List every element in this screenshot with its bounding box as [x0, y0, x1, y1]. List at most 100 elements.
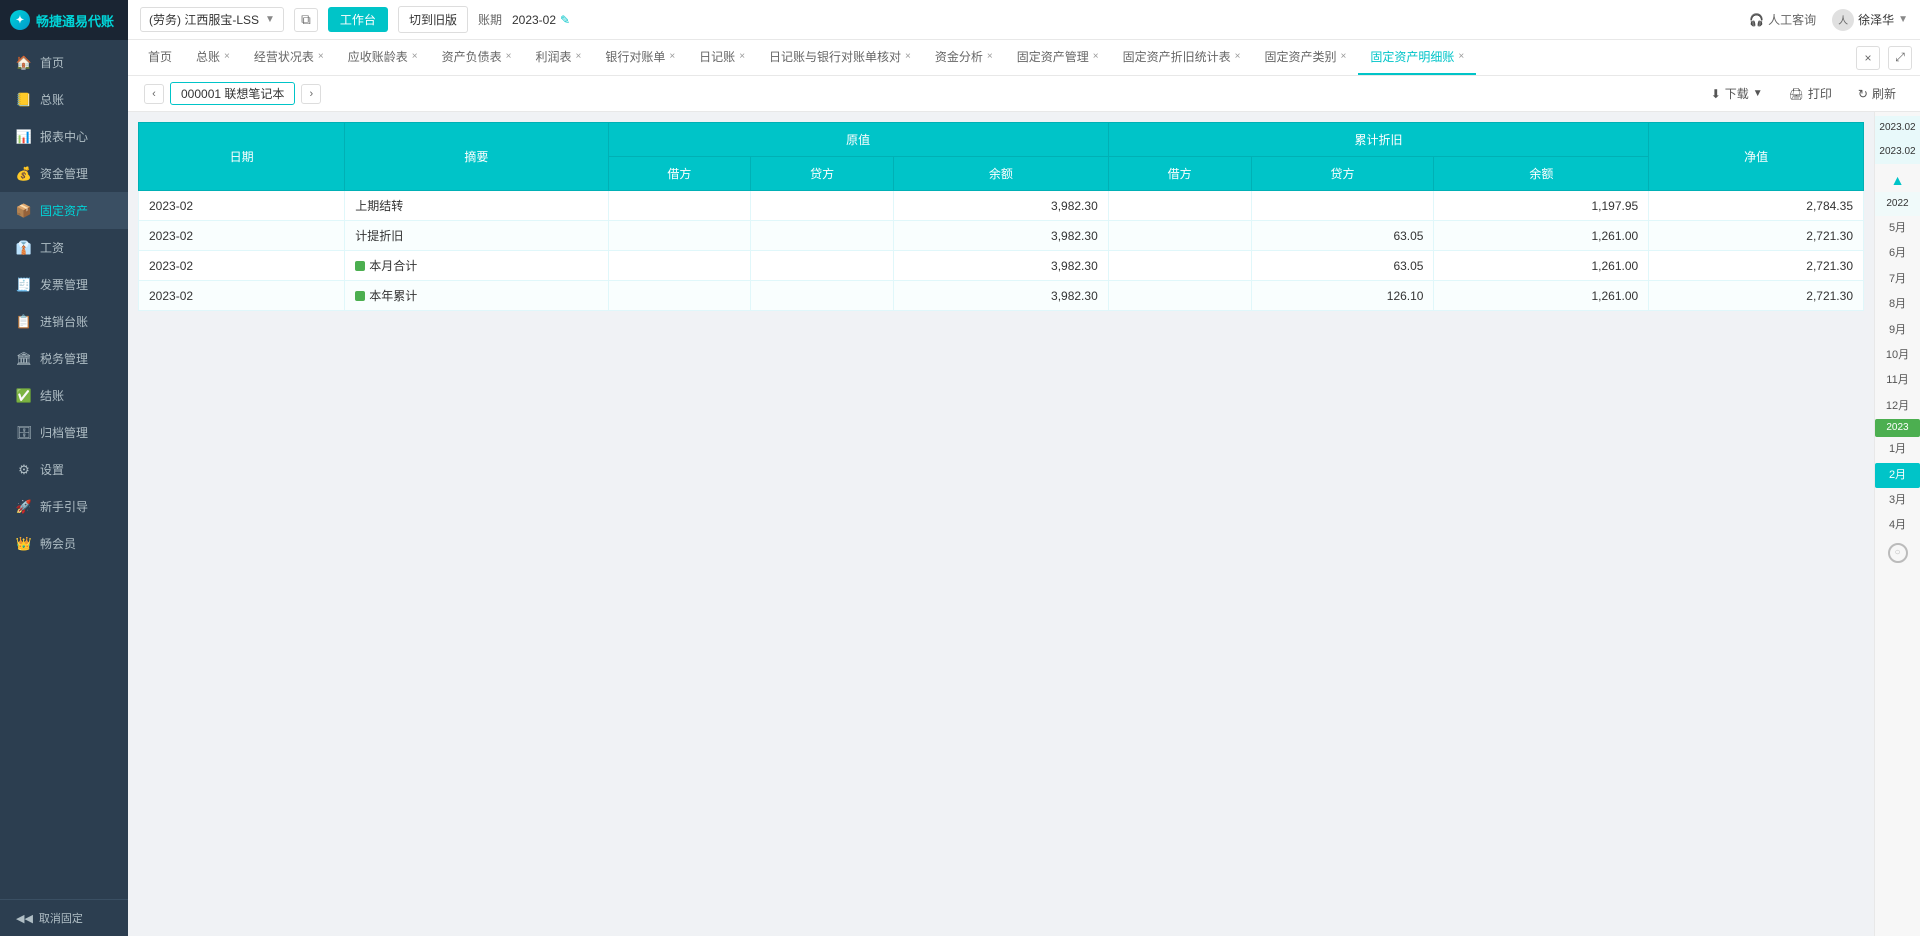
tab-receivable-label: 应收账龄表	[348, 48, 408, 65]
sub-header: ‹ 000001 联想笔记本 › ⬇ 下载 ▼ 🖨 打印 ↻ 刷新	[128, 76, 1920, 112]
col-orig-balance: 余额	[894, 157, 1109, 191]
month-2-active[interactable]: 2月	[1875, 463, 1920, 488]
table-cell	[608, 191, 751, 221]
company-selector[interactable]: (劳务) 江西服宝-LSS ▼	[140, 7, 284, 32]
table-cell: 本月合计	[345, 251, 608, 281]
sidebar-item-ledger[interactable]: 📒 总账	[0, 81, 128, 118]
human-service-button[interactable]: 🎧 人工客询	[1749, 11, 1816, 28]
tab-fa-category[interactable]: 固定资产类别 ×	[1252, 40, 1358, 75]
sidebar-item-invoice[interactable]: 🧾 发票管理	[0, 266, 128, 303]
app-logo: ✦ 畅捷通易代账	[0, 0, 128, 40]
tab-ledger[interactable]: 总账 ×	[184, 40, 242, 75]
sidebar-item-archive[interactable]: 🗄 归档管理	[0, 414, 128, 451]
tab-fam-label: 固定资产管理	[1017, 48, 1089, 65]
month-4[interactable]: 4月	[1875, 513, 1920, 538]
tab-close-all-button[interactable]: ×	[1856, 46, 1880, 70]
unpin-label: 取消固定	[39, 910, 83, 926]
month-6[interactable]: 6月	[1875, 241, 1920, 266]
switch-old-button[interactable]: 切到旧版	[398, 6, 468, 33]
company-name: (劳务) 江西服宝-LSS	[149, 11, 259, 28]
tab-close-icon[interactable]: ×	[1340, 51, 1346, 62]
tab-journal-bank-check[interactable]: 日记账与银行对账单核对 ×	[757, 40, 923, 75]
sidebar-item-payroll[interactable]: 👔 工资	[0, 229, 128, 266]
user-info[interactable]: 人 徐泽华 ▼	[1832, 9, 1908, 31]
tab-home[interactable]: 首页	[136, 40, 184, 75]
tax-icon: 🏛	[16, 351, 32, 367]
invoice-icon: 🧾	[16, 277, 32, 293]
table-cell: 3,982.30	[894, 221, 1109, 251]
month-10[interactable]: 10月	[1875, 343, 1920, 368]
asset-breadcrumb-name[interactable]: 000001 联想笔记本	[170, 82, 295, 105]
forward-button[interactable]: ›	[301, 84, 321, 104]
sidebar-item-guide[interactable]: 🚀 新手引导	[0, 488, 128, 525]
month-8[interactable]: 8月	[1875, 292, 1920, 317]
table-cell: 63.05	[1251, 221, 1434, 251]
tab-close-icon[interactable]: ×	[739, 51, 745, 62]
table-row: 2023-02上期结转3,982.301,197.952,784.35	[139, 191, 1864, 221]
print-button[interactable]: 🖨 打印	[1781, 82, 1840, 105]
tab-close-icon[interactable]: ×	[1458, 51, 1464, 62]
sidebar-unpin-button[interactable]: ◀◀ 取消固定	[0, 899, 128, 936]
month-11[interactable]: 11月	[1875, 368, 1920, 393]
sidebar-item-funds[interactable]: 💰 资金管理	[0, 155, 128, 192]
table-cell: 2,721.30	[1649, 281, 1864, 311]
sidebar-item-home[interactable]: 🏠 首页	[0, 44, 128, 81]
archive-icon: 🗄	[16, 425, 32, 441]
tab-journal[interactable]: 日记账 ×	[687, 40, 757, 75]
tab-profit[interactable]: 利润表 ×	[523, 40, 593, 75]
download-button[interactable]: ⬇ 下载 ▼	[1703, 82, 1771, 105]
tab-balance-sheet[interactable]: 资产负债表 ×	[430, 40, 524, 75]
sidebar-item-tax[interactable]: 🏛 税务管理	[0, 340, 128, 377]
tab-close-icon[interactable]: ×	[1093, 51, 1099, 62]
sidebar-item-label: 畅会员	[40, 535, 76, 552]
month-3[interactable]: 3月	[1875, 488, 1920, 513]
period-edit-icon[interactable]: ✎	[560, 13, 570, 27]
sidebar-item-closing[interactable]: ✅ 结账	[0, 377, 128, 414]
workbench-button[interactable]: 工作台	[328, 7, 388, 32]
tab-fa-management[interactable]: 固定资产管理 ×	[1005, 40, 1111, 75]
table-cell	[608, 251, 751, 281]
tab-close-icon[interactable]: ×	[318, 51, 324, 62]
month-9[interactable]: 9月	[1875, 318, 1920, 343]
download-icon: ⬇	[1711, 87, 1721, 101]
tab-close-icon[interactable]: ×	[412, 51, 418, 62]
sidebar-item-settings[interactable]: ⚙ 设置	[0, 451, 128, 488]
copy-button[interactable]: ⧉	[294, 8, 318, 32]
scroll-down-button[interactable]: ○	[1888, 543, 1908, 563]
month-1[interactable]: 1月	[1875, 437, 1920, 462]
tab-receivable-aging[interactable]: 应收账龄表 ×	[336, 40, 430, 75]
tab-close-icon[interactable]: ×	[506, 51, 512, 62]
sidebar-item-sales-ledger[interactable]: 📋 进销台账	[0, 303, 128, 340]
tab-close-icon[interactable]: ×	[575, 51, 581, 62]
sidebar-item-fixed-assets[interactable]: 📦 固定资产	[0, 192, 128, 229]
sidebar-item-reports[interactable]: 📊 报表中心	[0, 118, 128, 155]
pin-icon: ◀◀	[16, 912, 33, 925]
print-icon: 🖨	[1789, 87, 1804, 101]
tab-close-icon[interactable]: ×	[224, 51, 230, 62]
period-top1: 2023.02	[1875, 116, 1920, 140]
month-7[interactable]: 7月	[1875, 267, 1920, 292]
month-5[interactable]: 5月	[1875, 216, 1920, 241]
tab-close-icon[interactable]: ×	[669, 51, 675, 62]
refresh-button[interactable]: ↻ 刷新	[1850, 82, 1904, 105]
back-button[interactable]: ‹	[144, 84, 164, 104]
scroll-up-button[interactable]: ▲	[1887, 168, 1909, 192]
tab-close-icon[interactable]: ×	[905, 51, 911, 62]
tab-close-icon[interactable]: ×	[987, 51, 993, 62]
sidebar-menu: 🏠 首页 📒 总账 📊 报表中心 💰 资金管理 📦 固定资产 👔 工资 🧾 发票…	[0, 40, 128, 899]
tab-fa-depreciation[interactable]: 固定资产折旧统计表 ×	[1111, 40, 1253, 75]
human-service-label: 人工客询	[1768, 11, 1816, 28]
tab-close-icon[interactable]: ×	[1235, 51, 1241, 62]
month-12[interactable]: 12月	[1875, 394, 1920, 419]
tab-expand-button[interactable]: ⤢	[1888, 46, 1912, 70]
tab-fa-detail[interactable]: 固定资产明细账 ×	[1358, 40, 1476, 75]
tab-bank-statement[interactable]: 银行对账单 ×	[593, 40, 687, 75]
col-orig-credit: 贷方	[751, 157, 894, 191]
sidebar-item-membership[interactable]: 👑 畅会员	[0, 525, 128, 562]
tab-business-report[interactable]: 经营状况表 ×	[242, 40, 336, 75]
year-prev-label: 2022	[1875, 192, 1920, 216]
table-cell: 2023-02	[139, 221, 345, 251]
fixed-asset-detail-table: 日期 摘要 原值 累计折旧 净值 借方 贷方 余额 借方 贷方 余额	[138, 122, 1864, 311]
table-cell	[1108, 221, 1251, 251]
tab-fund-analysis[interactable]: 资金分析 ×	[923, 40, 1005, 75]
